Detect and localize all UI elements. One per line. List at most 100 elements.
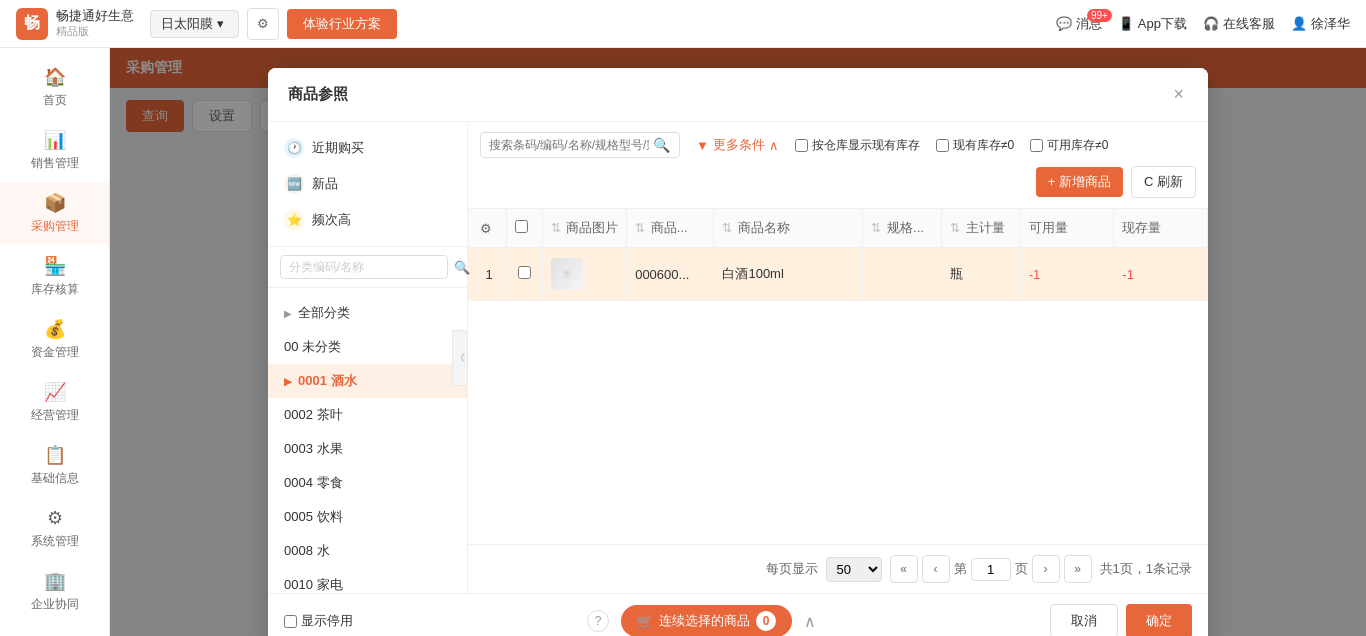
product-table-wrap: ⚙ ⇅ 商品图片 (468, 209, 1208, 544)
confirm-button[interactable]: 确定 (1126, 604, 1192, 636)
add-product-button[interactable]: + 新增商品 (1036, 167, 1123, 197)
service-item[interactable]: 🎧 在线客服 (1203, 15, 1275, 33)
app-download-item[interactable]: 📱 App下载 (1118, 15, 1187, 33)
last-page-button[interactable]: » (1064, 555, 1092, 583)
footer-right: 取消 确定 (1050, 604, 1192, 636)
checkbox-available[interactable]: 现有库存≠0 (936, 137, 1014, 154)
category-item-fruit[interactable]: 0003 水果 (268, 432, 467, 466)
col-checkbox (507, 209, 542, 248)
col-available[interactable]: 可用量 (1020, 209, 1114, 248)
recent-icon: 🕐 (284, 138, 304, 158)
footer-collapse-button[interactable]: ∧ (804, 612, 816, 631)
page-nav: « ‹ 第 页 › » (890, 555, 1092, 583)
inventory-icon: 🏪 (44, 255, 66, 277)
sidebar-item-inventory[interactable]: 🏪 库存核算 (0, 245, 109, 308)
new-icon: 🆕 (284, 174, 304, 194)
product-thumbnail: 图 (551, 258, 583, 290)
quick-link-new[interactable]: 🆕 新品 (268, 166, 467, 202)
sort-spec-icon: ⇅ (871, 221, 881, 235)
col-image-label: 商品图片 (566, 220, 618, 235)
col-code[interactable]: ⇅ 商品... (627, 209, 714, 248)
category-item-all[interactable]: ▶ 全部分类 (268, 296, 467, 330)
logo-icon: 畅 (16, 8, 48, 40)
sidebar-item-purchase[interactable]: 📦 采购管理 (0, 182, 109, 245)
category-item-drinks[interactable]: 0005 饮料 (268, 500, 467, 534)
category-label-drinks: 0005 饮料 (284, 508, 343, 526)
checkbox-warehouse-input[interactable] (795, 139, 808, 152)
col-spec[interactable]: ⇅ 规格... (863, 209, 941, 248)
show-disabled-checkbox[interactable]: 显示停用 (284, 612, 353, 630)
main-content: 采购管理 查询 设置 刷新 商品参照 × (110, 48, 1366, 636)
help-icon: ? (595, 614, 602, 628)
table-refresh-button[interactable]: C 刷新 (1131, 166, 1196, 198)
category-label-snack: 0004 零食 (284, 474, 343, 492)
chevron-down-icon: ▾ (217, 16, 224, 31)
col-settings[interactable]: ⚙ (468, 209, 507, 248)
sidebar-item-sales[interactable]: 📊 销售管理 (0, 119, 109, 182)
page-number-input[interactable] (971, 558, 1011, 581)
cart-count: 0 (756, 611, 776, 631)
row-checkbox[interactable] (518, 266, 531, 279)
checkbox-usable[interactable]: 可用库存≠0 (1030, 137, 1108, 154)
sidebar-item-system[interactable]: ⚙ 系统管理 (0, 497, 109, 560)
category-item-water[interactable]: 0008 水 (268, 534, 467, 568)
sidebar-label-sales: 销售管理 (31, 155, 79, 172)
sidebar-item-finance[interactable]: 💰 资金管理 (0, 308, 109, 371)
total-info: 共1页，1条记录 (1100, 560, 1192, 578)
col-stock[interactable]: 现存量 (1114, 209, 1208, 248)
col-unit[interactable]: ⇅ 主计量 (941, 209, 1020, 248)
cell-checkbox[interactable] (507, 248, 542, 301)
phone-icon: 📱 (1118, 16, 1134, 31)
thumb-placeholder: 图 (551, 258, 583, 290)
sidebar: 🏠 首页 📊 销售管理 📦 采购管理 🏪 库存核算 💰 资金管理 📈 经营管理 … (0, 48, 110, 636)
category-search-icon[interactable]: 🔍 (454, 260, 470, 275)
filter-button[interactable]: ▼ 更多条件 ∧ (688, 132, 787, 158)
col-image: ⇅ 商品图片 (542, 209, 627, 248)
category-item-spirits[interactable]: ▶ 0001 酒水 (268, 364, 467, 398)
prev-page-button[interactable]: ‹ (922, 555, 950, 583)
store-selector[interactable]: 日太阳膜 ▾ (150, 10, 239, 38)
category-item-tea[interactable]: 0002 茶叶 (268, 398, 467, 432)
category-search-input[interactable] (280, 255, 448, 279)
help-button[interactable]: ? (587, 610, 609, 632)
modal-close-button[interactable]: × (1169, 80, 1188, 109)
first-page-button[interactable]: « (890, 555, 918, 583)
next-page-button[interactable]: › (1032, 555, 1060, 583)
filter-icon: ▼ (696, 138, 709, 153)
settings-icon[interactable]: ⚙ (247, 8, 279, 40)
sidebar-label-basic-info: 基础信息 (31, 470, 79, 487)
pagination: 每页显示 50 10 20 100 « ‹ 第 (468, 544, 1208, 593)
checkbox-warehouse[interactable]: 按仓库显示现有库存 (795, 137, 920, 154)
collapse-panel-button[interactable]: 《 (452, 330, 468, 386)
category-item-appliances[interactable]: 0010 家电 (268, 568, 467, 593)
table-header-row: ⚙ ⇅ 商品图片 (468, 209, 1208, 248)
message-item[interactable]: 💬 消息 99+ (1056, 15, 1102, 33)
quick-link-freq[interactable]: ⭐ 频次高 (268, 202, 467, 238)
checkbox-usable-input[interactable] (1030, 139, 1043, 152)
category-item-snack[interactable]: 0004 零食 (268, 466, 467, 500)
sidebar-item-enterprise[interactable]: 🏢 企业协同 (0, 560, 109, 623)
quick-link-recent[interactable]: 🕐 近期购买 (268, 130, 467, 166)
col-name[interactable]: ⇅ 商品名称 (714, 209, 863, 248)
select-all-checkbox[interactable] (515, 220, 528, 233)
per-page-select[interactable]: 50 10 20 100 (826, 557, 882, 582)
cell-unit: 瓶 (941, 248, 1020, 301)
filter-label: 更多条件 (713, 136, 765, 154)
product-search-input[interactable] (489, 138, 649, 152)
footer-left: 显示停用 (284, 612, 353, 630)
checkbox-available-input[interactable] (936, 139, 949, 152)
sidebar-item-operations[interactable]: 📈 经营管理 (0, 371, 109, 434)
sidebar-item-guide[interactable]: 📖 新手引导 (0, 623, 109, 636)
top-nav: 畅 畅捷通好生意 精品版 日太阳膜 ▾ ⚙ 体验行业方案 💬 消息 99+ 📱 … (0, 0, 1366, 48)
cancel-button[interactable]: 取消 (1050, 604, 1118, 636)
user-item[interactable]: 👤 徐泽华 (1291, 15, 1350, 33)
category-item-uncategorized[interactable]: 00 未分类 (268, 330, 467, 364)
table-row[interactable]: 1 图 (468, 248, 1208, 301)
category-label-spirits: 0001 酒水 (298, 372, 357, 390)
cart-button[interactable]: 🛒 连续选择的商品 0 (621, 605, 792, 636)
show-disabled-input[interactable] (284, 615, 297, 628)
sidebar-item-home[interactable]: 🏠 首页 (0, 56, 109, 119)
sidebar-label-home: 首页 (43, 92, 67, 109)
sidebar-item-basic-info[interactable]: 📋 基础信息 (0, 434, 109, 497)
trial-btn[interactable]: 体验行业方案 (287, 9, 397, 39)
